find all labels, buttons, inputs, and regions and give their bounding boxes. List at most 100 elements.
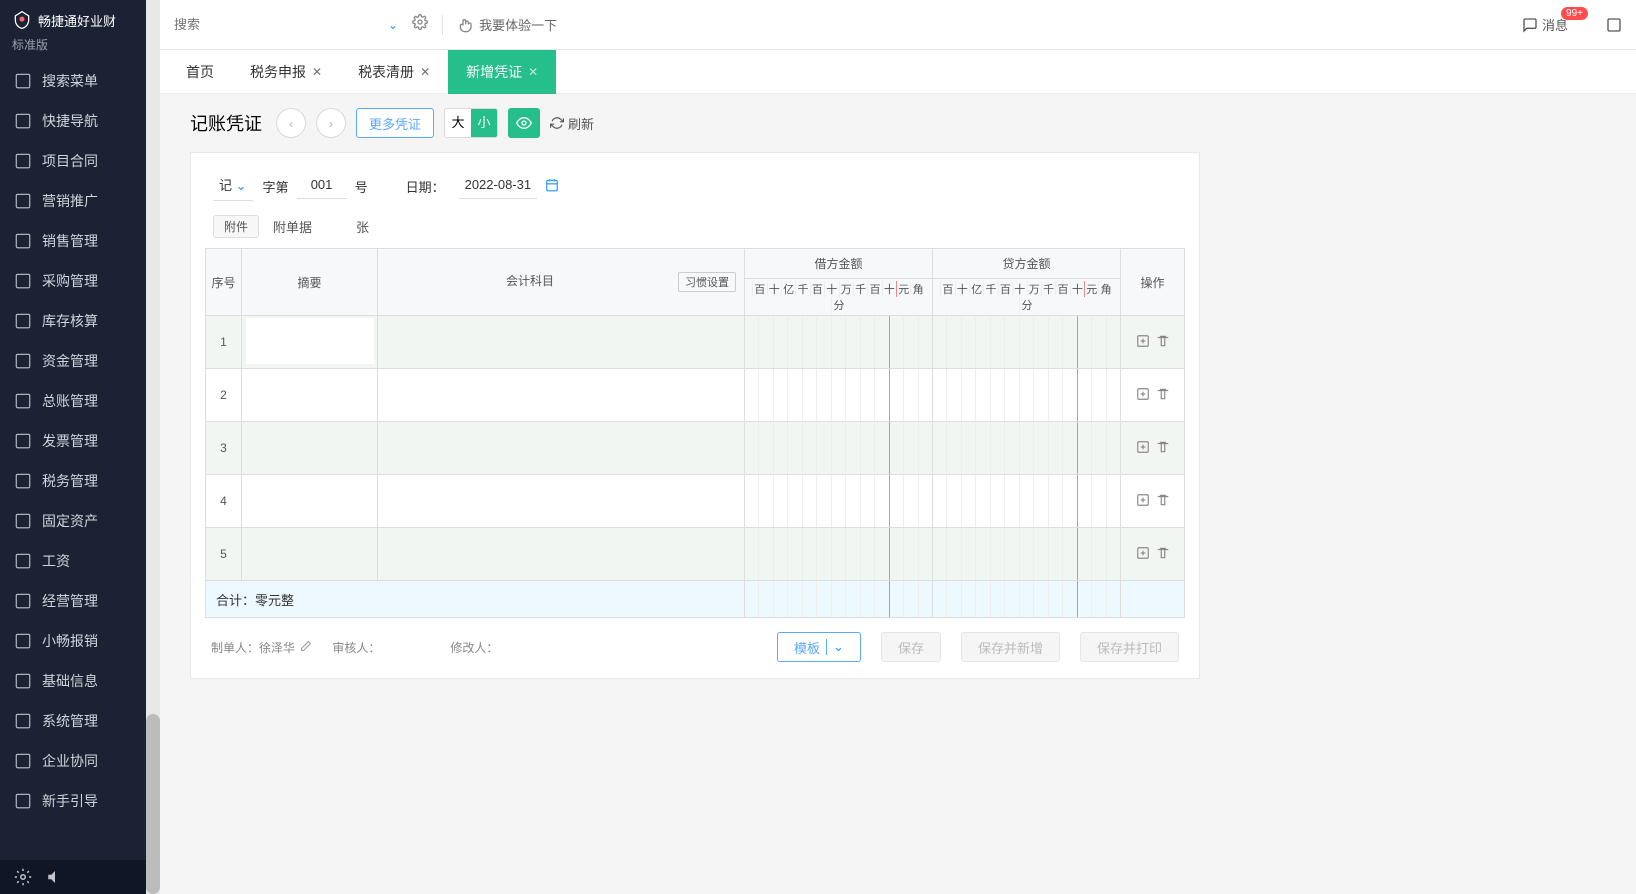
row-seq: 3	[206, 422, 242, 475]
summary-cell[interactable]	[242, 316, 378, 369]
voucher-footer: 制单人：徐泽华 审核人： 修改人： 模板⌄ 保存 保存并新增 保存并打印	[205, 618, 1185, 662]
sidebar-item[interactable]: 总账管理	[0, 381, 146, 421]
subject-cell[interactable]	[378, 316, 745, 369]
sidebar-item[interactable]: 采购管理	[0, 261, 146, 301]
credit-cell[interactable]	[933, 316, 1121, 369]
size-small[interactable]: 小	[471, 109, 497, 137]
delete-row-icon[interactable]	[1156, 440, 1170, 454]
summary-input[interactable]	[246, 318, 374, 364]
delete-row-icon[interactable]	[1156, 387, 1170, 401]
sidebar-item[interactable]: 快捷导航	[0, 101, 146, 141]
expand-icon[interactable]	[1606, 17, 1622, 33]
receipt-icon	[14, 432, 32, 450]
debit-cell[interactable]	[745, 528, 933, 581]
debit-cell[interactable]	[745, 369, 933, 422]
sidebar-item[interactable]: 系统管理	[0, 701, 146, 741]
subject-cell[interactable]	[378, 422, 745, 475]
col-summary: 摘要	[242, 249, 378, 316]
sidebar-item[interactable]: 资金管理	[0, 341, 146, 381]
message-button[interactable]: 消息 99+	[1522, 15, 1568, 34]
add-row-icon[interactable]	[1136, 546, 1150, 560]
save-new-button[interactable]: 保存并新增	[961, 632, 1060, 662]
delete-row-icon[interactable]	[1156, 334, 1170, 348]
refresh-button[interactable]: 刷新	[550, 114, 594, 133]
tab[interactable]: 税务申报✕	[232, 50, 340, 94]
tab[interactable]: 首页	[168, 50, 232, 94]
close-icon[interactable]: ✕	[312, 50, 322, 94]
credit-cell[interactable]	[933, 475, 1121, 528]
sidebar-item[interactable]: 发票管理	[0, 421, 146, 461]
try-button[interactable]: 我要体验一下	[457, 15, 557, 34]
sidebar-item[interactable]: 税务管理	[0, 461, 146, 501]
summary-cell[interactable]	[242, 422, 378, 475]
save-button[interactable]: 保存	[881, 632, 941, 662]
sidebar-item[interactable]: 新手引导	[0, 781, 146, 821]
speaker-icon[interactable]	[46, 868, 64, 886]
sidebar-item[interactable]: 基础信息	[0, 661, 146, 701]
subject-cell[interactable]	[378, 528, 745, 581]
add-row-icon[interactable]	[1136, 334, 1150, 348]
close-icon[interactable]: ✕	[528, 50, 538, 94]
sidebar-item[interactable]: 项目合同	[0, 141, 146, 181]
chevron-down-icon: ⌄	[236, 178, 247, 193]
summary-cell[interactable]	[242, 475, 378, 528]
attachment-button[interactable]: 附件	[213, 215, 259, 238]
delete-row-icon[interactable]	[1156, 493, 1170, 507]
sidebar-item[interactable]: 销售管理	[0, 221, 146, 261]
sidebar-item[interactable]: 工资	[0, 541, 146, 581]
gear-icon[interactable]	[14, 868, 32, 886]
voucher-number-input[interactable]: 001	[297, 173, 347, 199]
debit-cell[interactable]	[745, 422, 933, 475]
date-input[interactable]: 2022-08-31	[459, 173, 538, 199]
credit-cell[interactable]	[933, 369, 1121, 422]
sidebar-scrollbar[interactable]	[146, 0, 160, 894]
tab[interactable]: 新增凭证✕	[448, 50, 556, 94]
voucher-type-select[interactable]: 记 ⌄	[213, 171, 253, 201]
table-row: 2	[206, 369, 1185, 422]
tab[interactable]: 税表清册✕	[340, 50, 448, 94]
prev-button[interactable]: ‹	[276, 108, 306, 138]
debit-cell[interactable]	[745, 475, 933, 528]
subject-cell[interactable]	[378, 369, 745, 422]
settings-icon[interactable]	[412, 14, 428, 35]
sidebar-item[interactable]: 库存核算	[0, 301, 146, 341]
search-input[interactable]	[174, 9, 374, 41]
summary-cell[interactable]	[242, 528, 378, 581]
sidebar-item[interactable]: 营销推广	[0, 181, 146, 221]
close-icon[interactable]: ✕	[420, 50, 430, 94]
sidebar-item[interactable]: 搜索菜单	[0, 61, 146, 101]
add-row-icon[interactable]	[1136, 440, 1150, 454]
template-button[interactable]: 模板⌄	[777, 632, 861, 662]
debit-cell[interactable]	[745, 316, 933, 369]
view-button[interactable]	[508, 108, 540, 138]
row-actions	[1121, 369, 1185, 422]
save-print-button[interactable]: 保存并打印	[1080, 632, 1179, 662]
chevron-down-icon[interactable]: ⌄	[388, 18, 398, 32]
sidebar-item[interactable]: 经营管理	[0, 581, 146, 621]
add-row-icon[interactable]	[1136, 493, 1150, 507]
add-row-icon[interactable]	[1136, 387, 1150, 401]
summary-cell[interactable]	[242, 369, 378, 422]
voucher-meta: 记 ⌄ 字第 001 号 日期： 2022-08-31	[205, 171, 1185, 211]
subject-cell[interactable]	[378, 475, 745, 528]
credit-cell[interactable]	[933, 528, 1121, 581]
calendar-icon[interactable]	[545, 178, 559, 195]
delete-row-icon[interactable]	[1156, 546, 1170, 560]
collab-icon	[14, 752, 32, 770]
row-seq: 2	[206, 369, 242, 422]
habits-button[interactable]: 习惯设置	[678, 272, 736, 292]
diamond-icon	[14, 232, 32, 250]
row-seq: 4	[206, 475, 242, 528]
logo-area: 畅捷通好业财	[0, 0, 146, 36]
sidebar-item[interactable]: 固定资产	[0, 501, 146, 541]
sidebar-item[interactable]: 小畅报销	[0, 621, 146, 661]
size-big[interactable]: 大	[445, 109, 471, 137]
notification-badge: 99+	[1561, 7, 1588, 20]
edit-icon[interactable]	[300, 640, 312, 652]
next-button[interactable]: ›	[316, 108, 346, 138]
total-credit	[933, 581, 1121, 618]
credit-cell[interactable]	[933, 422, 1121, 475]
sidebar-item[interactable]: 企业协同	[0, 741, 146, 781]
more-voucher-button[interactable]: 更多凭证	[356, 108, 434, 138]
guide-icon	[14, 792, 32, 810]
